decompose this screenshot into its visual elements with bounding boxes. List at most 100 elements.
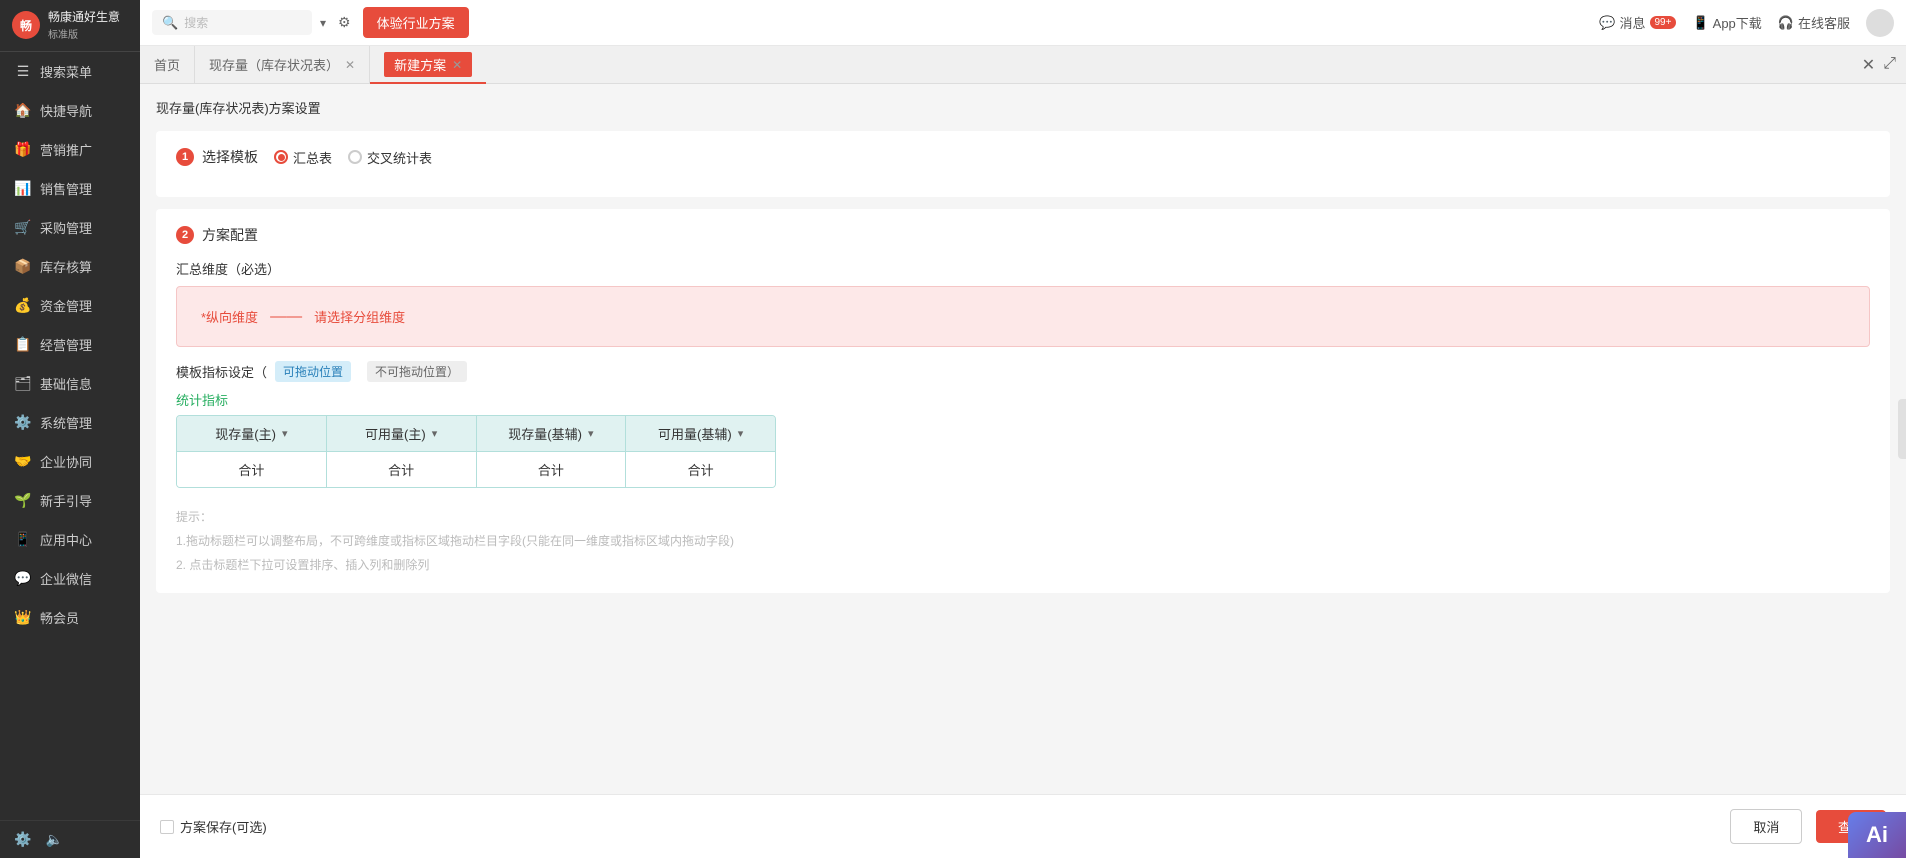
dimension-box[interactable]: *纵向维度 —— 请选择分组维度 (176, 286, 1870, 347)
phone-icon: 📱 (1692, 15, 1708, 31)
close-panel-icon[interactable]: ✕ (1862, 55, 1875, 75)
col-current-sub[interactable]: 现存量(基辅) ▾ (477, 416, 627, 451)
sidebar-item-marketing-label: 营销推广 (40, 140, 92, 159)
message-item[interactable]: 💬 消息 99+ (1599, 13, 1676, 32)
step1-num: 1 (176, 148, 194, 166)
sidebar-item-finance-label: 资金管理 (40, 296, 92, 315)
expand-icon[interactable]: ⤢ (1883, 55, 1896, 75)
step2-section: 2 方案配置 汇总维度（必选） *纵向维度 —— 请选择分组维度 模板指标设定（… (156, 209, 1890, 593)
sidebar-item-management[interactable]: 📋 经营管理 (0, 325, 140, 364)
system-icon: ⚙️ (14, 413, 32, 431)
online-service-item[interactable]: 🎧 在线客服 (1778, 13, 1850, 32)
message-label: 消息 (1619, 13, 1645, 32)
sidebar-item-management-label: 经营管理 (40, 335, 92, 354)
message-icon: 💬 (1599, 15, 1615, 31)
tab-home[interactable]: 首页 (140, 46, 195, 84)
tab-new-plan-active[interactable]: 新建方案 ✕ (384, 52, 472, 77)
non-draggable-badge: 不可拖动位置） (367, 361, 467, 382)
user-avatar[interactable] (1866, 9, 1894, 37)
trial-btn[interactable]: 体验行业方案 (363, 7, 469, 38)
step1-header: 1 选择模板 汇总表 交叉统计表 (176, 147, 1870, 167)
step1-section: 1 选择模板 汇总表 交叉统计表 (156, 131, 1890, 197)
cancel-button[interactable]: 取消 (1730, 809, 1802, 844)
sidebar-item-newbie-label: 新手引导 (40, 491, 92, 510)
sidebar-item-newbie[interactable]: 🌱 新手引导 (0, 481, 140, 520)
app-download-label: App下载 (1713, 13, 1762, 32)
tip-item-2: 2. 点击标题栏下拉可设置排序、插入列和删除列 (176, 553, 1870, 577)
headset-icon: 🎧 (1778, 15, 1794, 31)
speaker-icon[interactable]: 🔈 (45, 831, 62, 848)
sales-icon: 📊 (14, 179, 32, 197)
step2-num: 2 (176, 226, 194, 244)
search-icon: 🔍 (162, 15, 178, 31)
col-available-main-chevron[interactable]: ▾ (432, 427, 438, 440)
app-center-icon: 📱 (14, 530, 32, 548)
sidebar-item-app-center[interactable]: 📱 应用中心 (0, 520, 140, 559)
cell-1: 合计 (327, 452, 477, 487)
col-available-sub[interactable]: 可用量(基辅) ▾ (626, 416, 775, 451)
app-download-item[interactable]: 📱 App下载 (1692, 13, 1761, 32)
sidebar-item-sales[interactable]: 📊 销售管理 (0, 169, 140, 208)
tab-inventory-close[interactable]: ✕ (345, 58, 355, 72)
step1-title: 选择模板 (202, 147, 258, 167)
draggable-badge: 可拖动位置 (275, 361, 351, 382)
tab-home-label: 首页 (154, 55, 180, 74)
sidebar-item-member[interactable]: 👑 畅会员 (0, 598, 140, 637)
sidebar: 畅 畅康通好生意 标准版 ☰ 搜索菜单 🏠 快捷导航 🎁 营销推广 📊 销售管理… (0, 0, 140, 858)
sidebar-item-inventory[interactable]: 📦 库存核算 (0, 247, 140, 286)
sidebar-item-inventory-label: 库存核算 (40, 257, 92, 276)
sidebar-item-purchase[interactable]: 🛒 采购管理 (0, 208, 140, 247)
sidebar-item-enterprise[interactable]: 🤝 企业协同 (0, 442, 140, 481)
gear-icon[interactable]: ⚙ (334, 10, 355, 35)
radio-cross-label: 交叉统计表 (367, 148, 432, 167)
radio-cross[interactable]: 交叉统计表 (348, 148, 432, 167)
col-available-sub-chevron[interactable]: ▾ (738, 427, 744, 440)
sidebar-item-wechat[interactable]: 💬 企业微信 (0, 559, 140, 598)
col-current-main-chevron[interactable]: ▾ (282, 427, 288, 440)
topbar-search[interactable]: 🔍 搜索 (152, 10, 312, 35)
dropdown-icon[interactable]: ▾ (320, 16, 326, 30)
radio-summary[interactable]: 汇总表 (274, 148, 332, 167)
tab-inventory[interactable]: 现存量（库存状况表） ✕ (195, 46, 370, 84)
search-placeholder: 搜索 (184, 14, 208, 31)
sidebar-item-finance[interactable]: 💰 资金管理 (0, 286, 140, 325)
tab-inventory-label: 现存量（库存状况表） (209, 55, 339, 74)
sidebar-item-app-center-label: 应用中心 (40, 530, 92, 549)
step2-header: 2 方案配置 (176, 225, 1870, 245)
sidebar-item-system[interactable]: ⚙️ 系统管理 (0, 403, 140, 442)
sidebar-item-basic[interactable]: 🗂 基础信息 (0, 364, 140, 403)
scroll-indicator (1898, 399, 1906, 459)
radio-summary-label: 汇总表 (293, 148, 332, 167)
save-checkbox[interactable] (160, 820, 174, 834)
sidebar-bottom: ⚙️ 🔈 (0, 820, 140, 858)
step2-title: 方案配置 (202, 225, 258, 245)
sidebar-item-quick-nav[interactable]: 🏠 快捷导航 (0, 91, 140, 130)
ai-badge[interactable]: Ai (1848, 812, 1906, 858)
tab-new-plan-close[interactable]: ✕ (452, 58, 462, 72)
bottom-bar: 方案保存(可选) 取消 查询 (140, 794, 1906, 858)
newbie-icon: 🌱 (14, 491, 32, 509)
col-current-main[interactable]: 现存量(主) ▾ (177, 416, 327, 451)
tips: 提示： 1.拖动标题栏可以调整布局，不可跨维度或指标区域拖动栏目字段(只能在同一… (176, 505, 1870, 577)
stats-header: 现存量(主) ▾ 可用量(主) ▾ 现存量(基辅) ▾ (177, 416, 775, 451)
sidebar-item-search-menu[interactable]: ☰ 搜索菜单 (0, 52, 140, 91)
col-available-main[interactable]: 可用量(主) ▾ (327, 416, 477, 451)
sidebar-item-quick-nav-label: 快捷导航 (40, 101, 92, 120)
sidebar-item-search-menu-label: 搜索菜单 (40, 62, 92, 81)
home-icon: 🏠 (14, 101, 32, 119)
save-option[interactable]: 方案保存(可选) (160, 817, 267, 836)
search-menu-icon: ☰ (14, 62, 32, 80)
sidebar-item-marketing[interactable]: 🎁 营销推广 (0, 130, 140, 169)
stats-section: 统计指标 现存量(主) ▾ 可用量(主) ▾ (176, 390, 1870, 491)
member-icon: 👑 (14, 608, 32, 626)
topbar-right: 💬 消息 99+ 📱 App下载 🎧 在线客服 (1599, 9, 1894, 37)
topbar: 🔍 搜索 ▾ ⚙ 体验行业方案 💬 消息 99+ 📱 App下载 🎧 在线客服 (140, 0, 1906, 46)
dimension-row-label: *纵向维度 (201, 307, 258, 326)
sidebar-item-purchase-label: 采购管理 (40, 218, 92, 237)
sidebar-item-member-label: 畅会员 (40, 608, 79, 627)
main-area: 🔍 搜索 ▾ ⚙ 体验行业方案 💬 消息 99+ 📱 App下载 🎧 在线客服 (140, 0, 1906, 858)
settings-icon[interactable]: ⚙️ (14, 831, 31, 848)
tab-new-plan[interactable]: 新建方案 ✕ (370, 46, 486, 84)
col-current-sub-chevron[interactable]: ▾ (588, 427, 594, 440)
inventory-icon: 📦 (14, 257, 32, 275)
